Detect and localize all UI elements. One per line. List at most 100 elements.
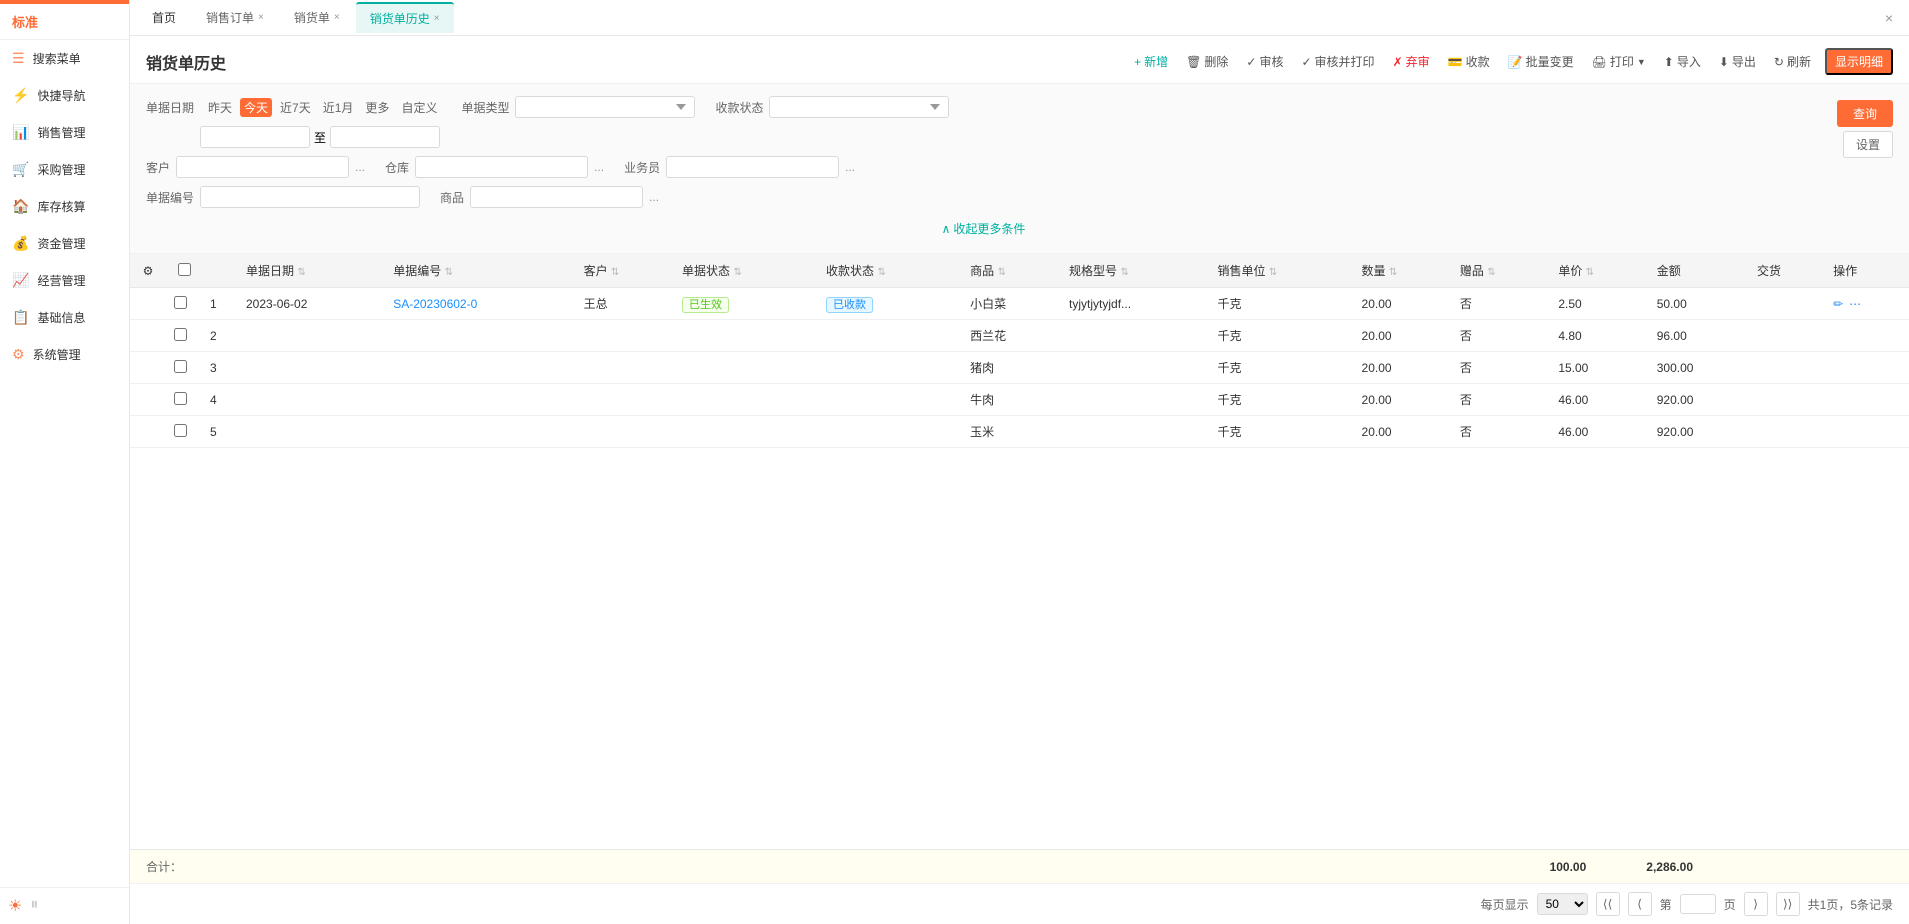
shortcut-1month[interactable]: 近1月 xyxy=(319,98,358,117)
col-docstatus[interactable]: 单据状态 ⇅ xyxy=(674,254,818,288)
tab-sales-order[interactable]: 销售订单 × xyxy=(192,3,278,32)
col-date[interactable]: 单据日期 ⇅ xyxy=(238,254,385,288)
cell-date xyxy=(238,384,385,416)
row-checkbox[interactable] xyxy=(174,360,187,373)
inventory-icon: 🏠 xyxy=(12,198,29,215)
warehouse-dots[interactable]: ... xyxy=(594,160,604,174)
doc-no-input[interactable] xyxy=(200,186,420,208)
sidebar-item-inventory[interactable]: 🏠 库存核算 xyxy=(0,188,129,225)
sort-docno-icon: ⇅ xyxy=(445,267,453,278)
date-to-input[interactable]: 2023-06-02 xyxy=(330,126,440,148)
cell-rowno: 5 xyxy=(202,416,238,448)
sidebar-item-system-mgmt[interactable]: ⚙ 系统管理 xyxy=(0,336,129,373)
last-page-button[interactable]: ⟩⟩ xyxy=(1776,892,1800,916)
sidebar-item-sales-mgmt[interactable]: 📊 销售管理 xyxy=(0,114,129,151)
col-spec[interactable]: 规格型号 ⇅ xyxy=(1061,254,1209,288)
print-button[interactable]: 🖨 打印 ▼ xyxy=(1588,51,1650,72)
sidebar-item-search-menu[interactable]: ☰ 搜索菜单 xyxy=(0,40,129,77)
audit-print-button[interactable]: ✓ 审核并打印 xyxy=(1297,51,1378,72)
tab-sales-delivery[interactable]: 销货单 × xyxy=(280,3,354,32)
import-button[interactable]: ⬆ 导入 xyxy=(1660,51,1705,72)
delete-button[interactable]: 🗑 删除 xyxy=(1182,51,1232,72)
tab-sales-history[interactable]: 销货单历史 × xyxy=(356,2,454,33)
next-page-button[interactable]: ⟩ xyxy=(1744,892,1768,916)
filter-actions: 查询 设置 xyxy=(1837,96,1893,158)
cell-trade xyxy=(1749,416,1825,448)
doc-no-link[interactable]: SA-20230602-0 xyxy=(393,297,477,311)
staff-input[interactable] xyxy=(666,156,839,178)
col-unit[interactable]: 销售单位 ⇅ xyxy=(1209,254,1353,288)
payment-status-select[interactable] xyxy=(769,96,949,118)
footer-label: 合计： xyxy=(146,858,182,875)
first-page-button[interactable]: ⟨⟨ xyxy=(1596,892,1620,916)
col-paymentstatus[interactable]: 收款状态 ⇅ xyxy=(818,254,962,288)
goods-input[interactable] xyxy=(470,186,643,208)
filter-row-1: 单据日期 昨天 今天 近7天 近1月 更多 自定义 单据类型 xyxy=(146,96,1821,118)
staff-dots[interactable]: ... xyxy=(845,160,855,174)
sidebar-item-basic-info[interactable]: 📋 基础信息 xyxy=(0,299,129,336)
cell-settings xyxy=(130,384,166,416)
col-goods[interactable]: 商品 ⇅ xyxy=(962,254,1061,288)
filter-date-range-row: 单据日期 2023-06-02 至 2023-06-02 xyxy=(146,126,1821,148)
sidebar-item-label: 资金管理 xyxy=(37,235,85,252)
sidebar-bottom-icon-right[interactable]: ⏸ xyxy=(30,896,38,916)
audit-button[interactable]: ✓ 审核 xyxy=(1242,51,1287,72)
collapse-button[interactable]: ∧ 收起更多条件 xyxy=(942,220,1026,237)
tab-sales-history-close[interactable]: × xyxy=(434,13,440,24)
discard-button[interactable]: ✗ 弃审 xyxy=(1389,51,1434,72)
prev-page-button[interactable]: ⟨ xyxy=(1628,892,1652,916)
cell-qty: 20.00 xyxy=(1354,320,1452,352)
new-button[interactable]: + 新增 xyxy=(1130,51,1172,72)
col-qty[interactable]: 数量 ⇅ xyxy=(1354,254,1452,288)
more-button[interactable]: ⋯ xyxy=(1849,297,1861,311)
batch-change-button[interactable]: 📝 批量变更 xyxy=(1504,51,1578,72)
tab-home[interactable]: 首页 xyxy=(138,3,190,32)
filter-area: 单据日期 昨天 今天 近7天 近1月 更多 自定义 单据类型 xyxy=(130,84,1909,254)
footer-values: 100.00 2,286.00 xyxy=(1550,860,1893,874)
tab-sales-order-close[interactable]: × xyxy=(258,12,264,23)
row-checkbox[interactable] xyxy=(174,424,187,437)
select-all-checkbox[interactable] xyxy=(178,263,191,276)
customer-dots[interactable]: ... xyxy=(355,160,365,174)
query-button[interactable]: 查询 xyxy=(1837,100,1893,127)
cell-date xyxy=(238,352,385,384)
sidebar-bottom-icon-left[interactable]: ☀ xyxy=(8,896,22,916)
col-action: 操作 xyxy=(1825,254,1909,288)
cell-unit: 千克 xyxy=(1209,288,1353,320)
col-price[interactable]: 单价 ⇅ xyxy=(1550,254,1648,288)
sidebar-item-purchase-mgmt[interactable]: 🛒 采购管理 xyxy=(0,151,129,188)
shortcut-today[interactable]: 今天 xyxy=(240,98,272,117)
tab-sales-delivery-close[interactable]: × xyxy=(334,12,340,23)
row-checkbox[interactable] xyxy=(174,392,187,405)
refresh-button[interactable]: ↻ 刷新 xyxy=(1770,51,1815,72)
col-settings[interactable]: ⚙ xyxy=(130,254,166,288)
collect-button[interactable]: 💳 收款 xyxy=(1444,51,1494,72)
sidebar-item-quick-nav[interactable]: ⚡ 快捷导航 xyxy=(0,77,129,114)
export-button[interactable]: ⬇ 导出 xyxy=(1715,51,1760,72)
col-gift[interactable]: 赠品 ⇅ xyxy=(1452,254,1550,288)
col-docno[interactable]: 单据编号 ⇅ xyxy=(385,254,575,288)
show-detail-button[interactable]: 显示明细 xyxy=(1825,48,1893,75)
tab-sales-history-label: 销货单历史 xyxy=(370,10,430,27)
tab-close-all[interactable]: × xyxy=(1877,10,1901,26)
page-input[interactable]: 1 xyxy=(1680,894,1716,914)
cell-checkbox xyxy=(166,288,202,320)
shortcut-7days[interactable]: 近7天 xyxy=(276,98,315,117)
goods-dots[interactable]: ... xyxy=(649,190,659,204)
shortcut-custom[interactable]: 自定义 xyxy=(397,98,441,117)
date-from-input[interactable]: 2023-06-02 xyxy=(200,126,310,148)
per-page-select[interactable]: 50 100 200 xyxy=(1537,893,1588,915)
sidebar-item-operations[interactable]: 📈 经营管理 xyxy=(0,262,129,299)
shortcut-yesterday[interactable]: 昨天 xyxy=(204,98,236,117)
shortcut-more[interactable]: 更多 xyxy=(361,98,393,117)
doc-type-select[interactable] xyxy=(515,96,695,118)
edit-button[interactable]: ✏ xyxy=(1833,297,1843,311)
sidebar-item-finance[interactable]: 💰 资金管理 xyxy=(0,225,129,262)
cell-settings xyxy=(130,352,166,384)
customer-input[interactable] xyxy=(176,156,349,178)
warehouse-input[interactable] xyxy=(415,156,588,178)
settings-button[interactable]: 设置 xyxy=(1843,131,1893,158)
row-checkbox[interactable] xyxy=(174,296,187,309)
col-customer[interactable]: 客户 ⇅ xyxy=(576,254,674,288)
row-checkbox[interactable] xyxy=(174,328,187,341)
